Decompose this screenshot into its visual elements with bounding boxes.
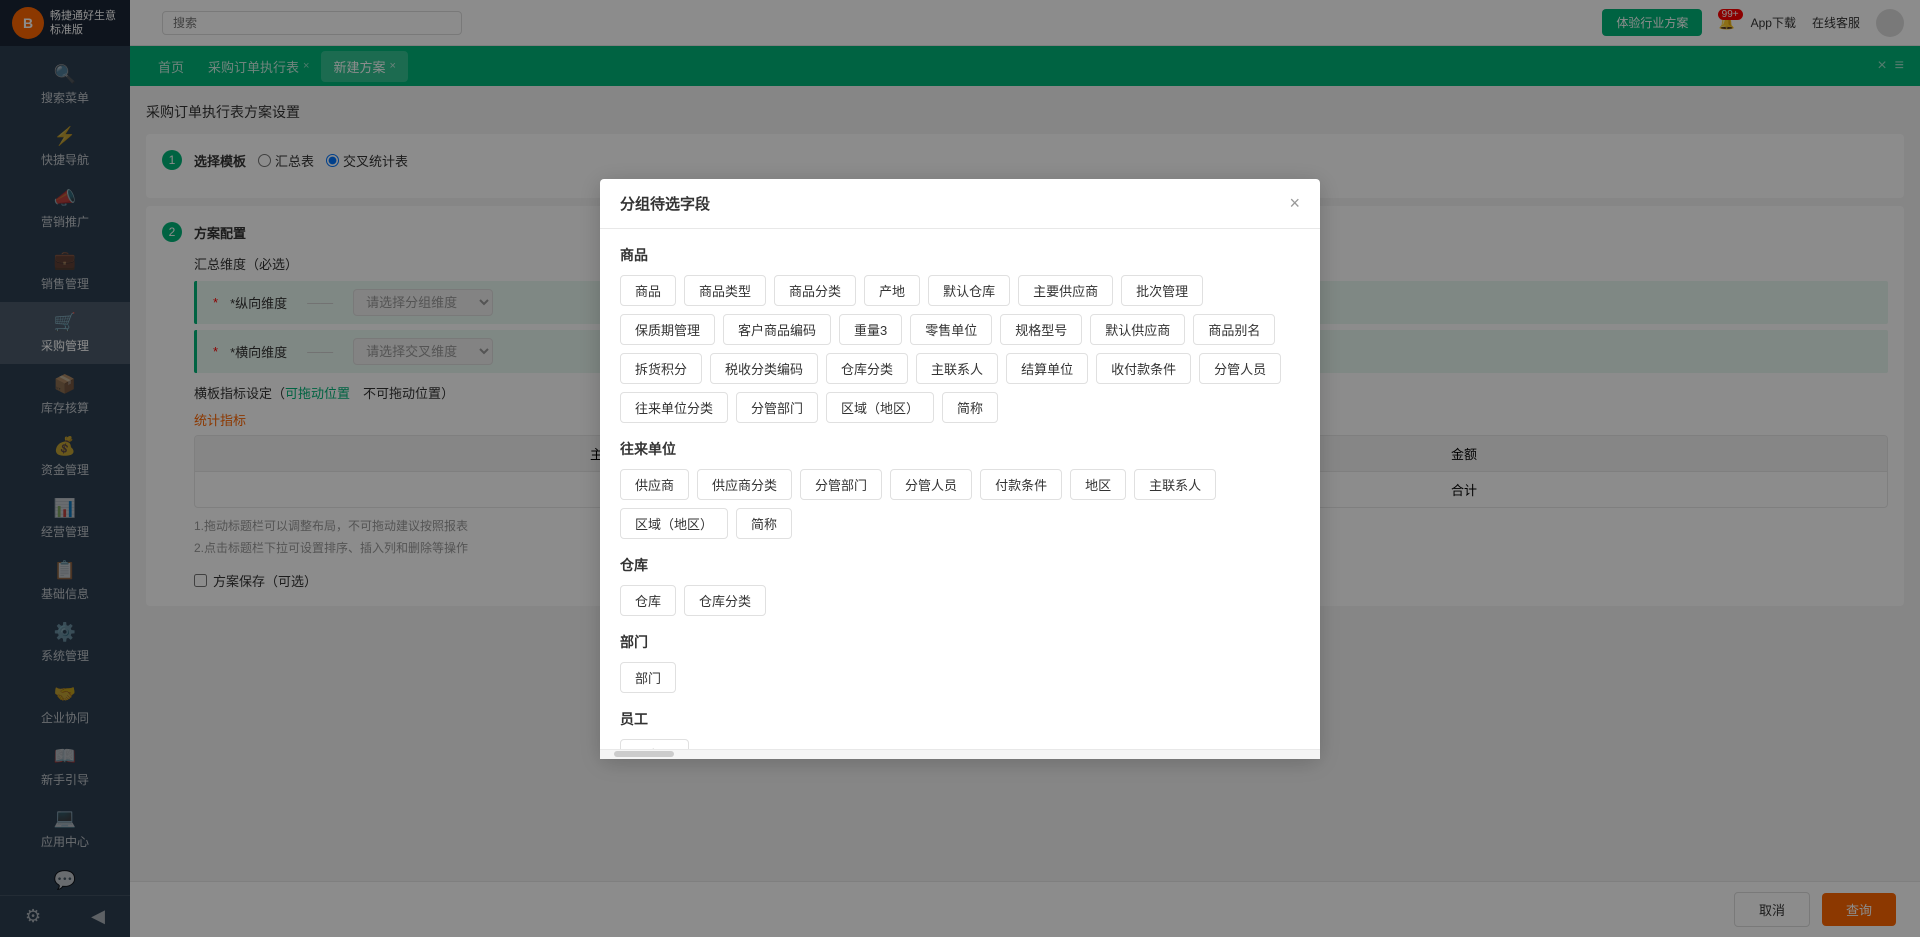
field-chip[interactable]: 拆货积分 (620, 353, 702, 384)
modal-body: 商品商品商品类型商品分类产地默认仓库主要供应商批次管理保质期管理客户商品编码重量… (600, 229, 1320, 749)
field-chip[interactable]: 简称 (942, 392, 998, 423)
modal-header: 分组待选字段 × (600, 179, 1320, 229)
field-chip[interactable]: 商品别名 (1193, 314, 1275, 345)
field-chip[interactable]: 供应商分类 (697, 469, 792, 500)
field-chip[interactable]: 默认供应商 (1090, 314, 1185, 345)
field-chip[interactable]: 主联系人 (1134, 469, 1216, 500)
field-chip[interactable]: 默认仓库 (928, 275, 1010, 306)
modal-scrollbar-track (600, 749, 1320, 759)
field-chip[interactable]: 规格型号 (1000, 314, 1082, 345)
field-chip[interactable]: 产地 (864, 275, 920, 306)
field-chip[interactable]: 商品 (620, 275, 676, 306)
modal-overlay: 分组待选字段 × 商品商品商品类型商品分类产地默认仓库主要供应商批次管理保质期管… (0, 0, 1920, 937)
field-chip[interactable]: 商品分类 (774, 275, 856, 306)
field-group-部门: 部门部门 (620, 632, 1300, 693)
field-group-title-员工: 员工 (620, 709, 1300, 729)
field-chip[interactable]: 结算单位 (1006, 353, 1088, 384)
field-chip[interactable]: 供应商 (620, 469, 689, 500)
field-chip[interactable]: 区域（地区） (826, 392, 934, 423)
field-group-往来单位: 往来单位供应商供应商分类分管部门分管人员付款条件地区主联系人区域（地区） 简称 (620, 439, 1300, 539)
modal-scrollbar-thumb[interactable] (614, 751, 674, 757)
field-chip[interactable]: 批次管理 (1121, 275, 1203, 306)
field-chips-商品: 商品商品类型商品分类产地默认仓库主要供应商批次管理保质期管理客户商品编码重量3 零… (620, 275, 1300, 423)
field-chip[interactable]: 仓库 (620, 585, 676, 616)
field-chip[interactable]: 地区 (1070, 469, 1126, 500)
field-chip[interactable]: 主要供应商 (1018, 275, 1113, 306)
modal-title: 分组待选字段 (620, 193, 710, 214)
field-group-title-商品: 商品 (620, 245, 1300, 265)
field-group-仓库: 仓库仓库仓库分类 (620, 555, 1300, 616)
modal-close-button[interactable]: × (1289, 194, 1300, 212)
field-chip[interactable]: 收付款条件 (1096, 353, 1191, 384)
field-group-title-部门: 部门 (620, 632, 1300, 652)
field-chip[interactable]: 分管部门 (736, 392, 818, 423)
field-group-员工: 员工业务员 (620, 709, 1300, 749)
field-group-商品: 商品商品商品类型商品分类产地默认仓库主要供应商批次管理保质期管理客户商品编码重量… (620, 245, 1300, 423)
field-chip[interactable]: 往来单位分类 (620, 392, 728, 423)
field-chips-仓库: 仓库仓库分类 (620, 585, 1300, 616)
field-chip[interactable]: 分管人员 (890, 469, 972, 500)
field-chip[interactable]: 业务员 (620, 739, 689, 749)
field-chip[interactable]: 客户商品编码 (723, 314, 831, 345)
field-group-title-往来单位: 往来单位 (620, 439, 1300, 459)
field-chip[interactable]: 重量3 (839, 314, 902, 345)
field-chips-往来单位: 供应商供应商分类分管部门分管人员付款条件地区主联系人区域（地区） 简称 (620, 469, 1300, 539)
modal: 分组待选字段 × 商品商品商品类型商品分类产地默认仓库主要供应商批次管理保质期管… (600, 179, 1320, 759)
field-chip[interactable]: 区域（地区） (620, 508, 728, 539)
field-chips-部门: 部门 (620, 662, 1300, 693)
field-chip[interactable]: 零售单位 (910, 314, 992, 345)
field-chip[interactable]: 简称 (736, 508, 792, 539)
field-chip[interactable]: 付款条件 (980, 469, 1062, 500)
field-chip[interactable]: 分管人员 (1199, 353, 1281, 384)
field-chip[interactable]: 分管部门 (800, 469, 882, 500)
field-chip[interactable]: 税收分类编码 (710, 353, 818, 384)
field-group-title-仓库: 仓库 (620, 555, 1300, 575)
field-chips-员工: 业务员 (620, 739, 1300, 749)
field-chip[interactable]: 商品类型 (684, 275, 766, 306)
field-chip[interactable]: 保质期管理 (620, 314, 715, 345)
field-chip[interactable]: 仓库分类 (826, 353, 908, 384)
field-chip[interactable]: 部门 (620, 662, 676, 693)
field-chip[interactable]: 主联系人 (916, 353, 998, 384)
field-chip[interactable]: 仓库分类 (684, 585, 766, 616)
